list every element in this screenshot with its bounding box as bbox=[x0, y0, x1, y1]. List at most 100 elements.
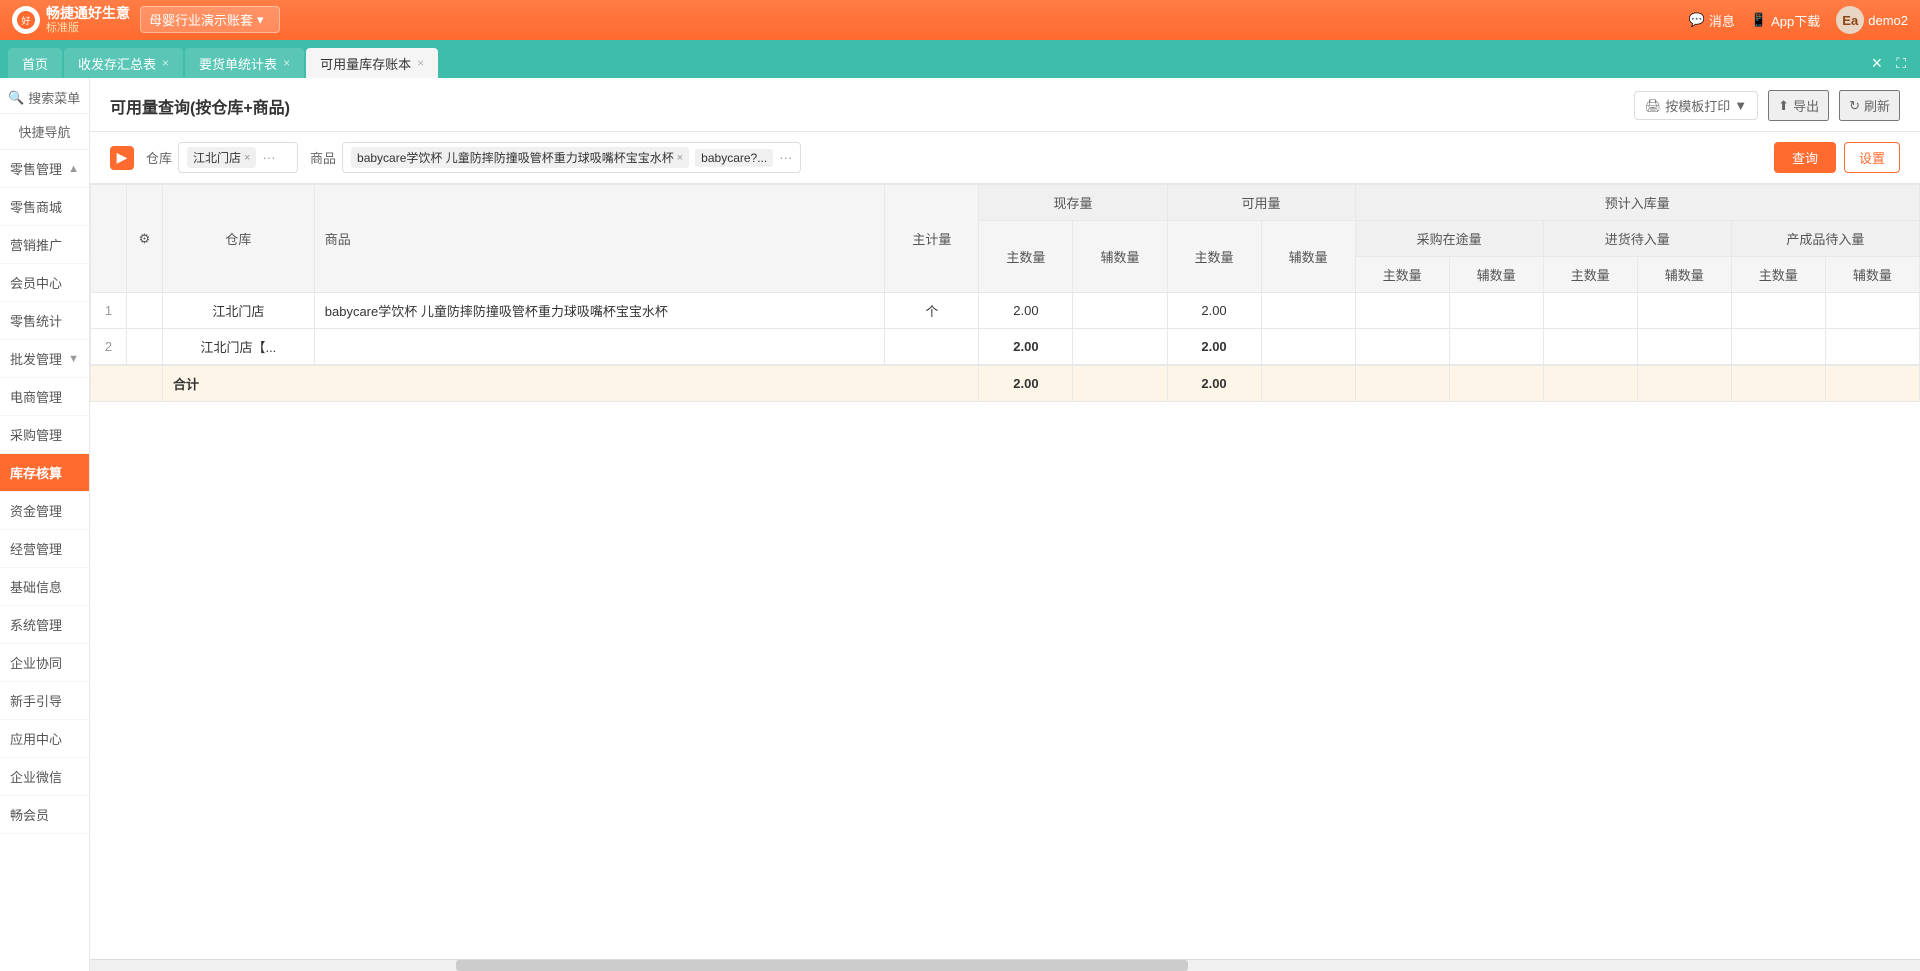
tab-receipt-close[interactable]: × bbox=[162, 56, 169, 70]
product-label: 商品 bbox=[310, 148, 336, 167]
filter-actions: 查询 设置 bbox=[1774, 142, 1900, 173]
footer-purchase-transit-main bbox=[1355, 365, 1449, 402]
col-available-header: 可用量 bbox=[1167, 185, 1355, 221]
row-product: babycare学饮杯 儿童防摔防撞吸管杯重力球吸嘴杯宝宝水杯 bbox=[314, 293, 885, 329]
product-tag1: babycare学饮杯 儿童防摔防撞吸管杯重力球吸嘴杯宝宝水杯 × bbox=[351, 147, 689, 168]
product-input[interactable]: babycare学饮杯 儿童防摔防撞吸管杯重力球吸嘴杯宝宝水杯 × babyca… bbox=[342, 142, 801, 173]
nav-tabs: 首页 收发存汇总表 × 要货单统计表 × 可用量库存账本 × × ⛶ bbox=[0, 40, 1920, 78]
scroll-thumb[interactable] bbox=[456, 960, 1188, 971]
footer-current-main: 2.00 bbox=[979, 365, 1073, 402]
sidebar-item-purchase[interactable]: 采购管理 bbox=[0, 416, 89, 454]
col-gear-header[interactable]: ⚙ bbox=[127, 185, 163, 293]
table-footer-row: 合计 2.00 2.00 bbox=[91, 365, 1920, 402]
production-pending-main-header: 主数量 bbox=[1731, 257, 1825, 293]
tab-available-stock[interactable]: 可用量库存账本 × bbox=[306, 48, 438, 78]
row-goods-pending-aux bbox=[1637, 329, 1731, 366]
product-filter-group: 商品 babycare学饮杯 儿童防摔防撞吸管杯重力球吸嘴杯宝宝水杯 × bab… bbox=[310, 142, 801, 173]
store-selector[interactable]: 母婴行业演示账套 ▾ bbox=[140, 6, 280, 33]
production-pending-header: 产成品待入量 bbox=[1731, 221, 1919, 257]
content-area: 可用量查询(按仓库+商品) 🖨 按模板打印 ▼ ⬆ 导出 ↻ 刷新 bbox=[90, 78, 1920, 971]
purchase-transit-aux-header: 辅数量 bbox=[1449, 257, 1543, 293]
row-current-main: 2.00 bbox=[979, 329, 1073, 366]
horizontal-scrollbar[interactable] bbox=[90, 959, 1920, 971]
tab-home[interactable]: 首页 bbox=[8, 48, 62, 78]
row-current-aux bbox=[1073, 329, 1167, 366]
sidebar: 🔍 搜索菜单 快捷导航 零售管理 ▲ 零售商城 营销推广 会员中心 零售统计 批… bbox=[0, 78, 90, 971]
query-btn[interactable]: 查询 bbox=[1774, 142, 1836, 173]
sidebar-item-member-center[interactable]: 会员中心 bbox=[0, 264, 89, 302]
purchase-transit-main-header: 主数量 bbox=[1355, 257, 1449, 293]
row-warehouse: 江北门店 bbox=[163, 293, 315, 329]
warehouse-more[interactable]: ··· bbox=[262, 150, 275, 165]
row-available-main: 2.00 bbox=[1167, 329, 1261, 366]
row-purchase-transit-aux bbox=[1449, 293, 1543, 329]
arrow-icon: ▲ bbox=[68, 163, 79, 175]
sidebar-item-system[interactable]: 系统管理 bbox=[0, 606, 89, 644]
sidebar-quick-nav[interactable]: 快捷导航 bbox=[0, 114, 89, 150]
user-btn[interactable]: Ea demo2 bbox=[1836, 6, 1908, 34]
row-current-main: 2.00 bbox=[979, 293, 1073, 329]
sidebar-item-app-center[interactable]: 应用中心 bbox=[0, 720, 89, 758]
sidebar-item-marketing[interactable]: 营销推广 bbox=[0, 226, 89, 264]
sidebar-item-new-guide[interactable]: 新手引导 bbox=[0, 682, 89, 720]
sidebar-item-finance[interactable]: 资金管理 bbox=[0, 492, 89, 530]
page-header: 可用量查询(按仓库+商品) 🖨 按模板打印 ▼ ⬆ 导出 ↻ 刷新 bbox=[90, 78, 1920, 132]
sidebar-item-wholesale-mgmt[interactable]: 批发管理 ▼ bbox=[0, 340, 89, 378]
product-more[interactable]: ··· bbox=[779, 150, 792, 165]
top-bar: 好 畅捷通好生意 标准版 母婴行业演示账套 ▾ 💬 消息 📱 App下载 Ea … bbox=[0, 0, 1920, 40]
brand-logo: 好 畅捷通好生意 标准版 bbox=[12, 5, 130, 35]
footer-production-pending-main bbox=[1731, 365, 1825, 402]
row-goods-pending-aux bbox=[1637, 293, 1731, 329]
available-main-qty-header: 主数量 bbox=[1167, 221, 1261, 293]
footer-available-aux bbox=[1261, 365, 1355, 402]
row-warehouse: 江北门店【... bbox=[163, 329, 315, 366]
warehouse-filter-group: 仓库 江北门店 × ··· bbox=[146, 142, 298, 173]
sidebar-item-retail-stats[interactable]: 零售统计 bbox=[0, 302, 89, 340]
tab-receipt[interactable]: 收发存汇总表 × bbox=[64, 48, 183, 78]
filter-expand-btn[interactable]: ▶ bbox=[110, 146, 134, 170]
warehouse-input[interactable]: 江北门店 × ··· bbox=[178, 142, 298, 173]
sidebar-item-inventory[interactable]: 库存核算 bbox=[0, 454, 89, 492]
refresh-btn[interactable]: ↻ 刷新 bbox=[1839, 90, 1900, 121]
row-unit: 个 bbox=[885, 293, 979, 329]
goods-pending-main-header: 主数量 bbox=[1543, 257, 1637, 293]
footer-current-aux bbox=[1073, 365, 1167, 402]
close-all-tabs[interactable]: × bbox=[1864, 48, 1891, 78]
warehouse-tag-remove[interactable]: × bbox=[244, 152, 250, 164]
sidebar-item-enterprise-coop[interactable]: 企业协同 bbox=[0, 644, 89, 682]
footer-goods-pending-aux bbox=[1637, 365, 1731, 402]
arrow-icon: ▼ bbox=[68, 353, 79, 365]
footer-production-pending-aux bbox=[1825, 365, 1919, 402]
sidebar-search[interactable]: 🔍 搜索菜单 bbox=[0, 78, 89, 114]
sidebar-item-retail-mgmt[interactable]: 零售管理 ▲ bbox=[0, 150, 89, 188]
product-tag2: babycare?... bbox=[695, 149, 773, 167]
row-purchase-transit-main bbox=[1355, 329, 1449, 366]
sidebar-item-member-plus[interactable]: 畅会员 bbox=[0, 796, 89, 834]
tab-available-stock-close[interactable]: × bbox=[417, 56, 424, 70]
sidebar-item-operations[interactable]: 经营管理 bbox=[0, 530, 89, 568]
col-unit-header: 主计量 bbox=[885, 185, 979, 293]
row-gear bbox=[127, 293, 163, 329]
sidebar-item-enterprise-wechat[interactable]: 企业微信 bbox=[0, 758, 89, 796]
table-row: 1 江北门店 babycare学饮杯 儿童防摔防撞吸管杯重力球吸嘴杯宝宝水杯 个… bbox=[91, 293, 1920, 329]
purchase-transit-header: 采购在途量 bbox=[1355, 221, 1543, 257]
expand-tabs[interactable]: ⛶ bbox=[1890, 48, 1912, 78]
settings-btn[interactable]: 设置 bbox=[1844, 142, 1900, 173]
tab-order-stats-close[interactable]: × bbox=[283, 56, 290, 70]
message-btn[interactable]: 💬 消息 bbox=[1689, 11, 1735, 30]
sidebar-item-basic-info[interactable]: 基础信息 bbox=[0, 568, 89, 606]
sidebar-item-retail-mall[interactable]: 零售商城 bbox=[0, 188, 89, 226]
row-gear bbox=[127, 329, 163, 366]
product-tag1-remove[interactable]: × bbox=[677, 152, 683, 164]
warehouse-tag: 江北门店 × bbox=[187, 147, 256, 168]
export-btn[interactable]: ⬆ 导出 bbox=[1768, 90, 1829, 121]
template-print-btn[interactable]: 🖨 按模板打印 ▼ bbox=[1634, 91, 1758, 120]
row-purchase-transit-aux bbox=[1449, 329, 1543, 366]
tab-order-stats[interactable]: 要货单统计表 × bbox=[185, 48, 304, 78]
footer-empty bbox=[91, 365, 163, 402]
row-available-aux bbox=[1261, 329, 1355, 366]
goods-pending-header: 进货待入量 bbox=[1543, 221, 1731, 257]
col-index-header bbox=[91, 185, 127, 293]
sidebar-item-ecommerce[interactable]: 电商管理 bbox=[0, 378, 89, 416]
app-download-btn[interactable]: 📱 App下载 bbox=[1751, 11, 1820, 30]
